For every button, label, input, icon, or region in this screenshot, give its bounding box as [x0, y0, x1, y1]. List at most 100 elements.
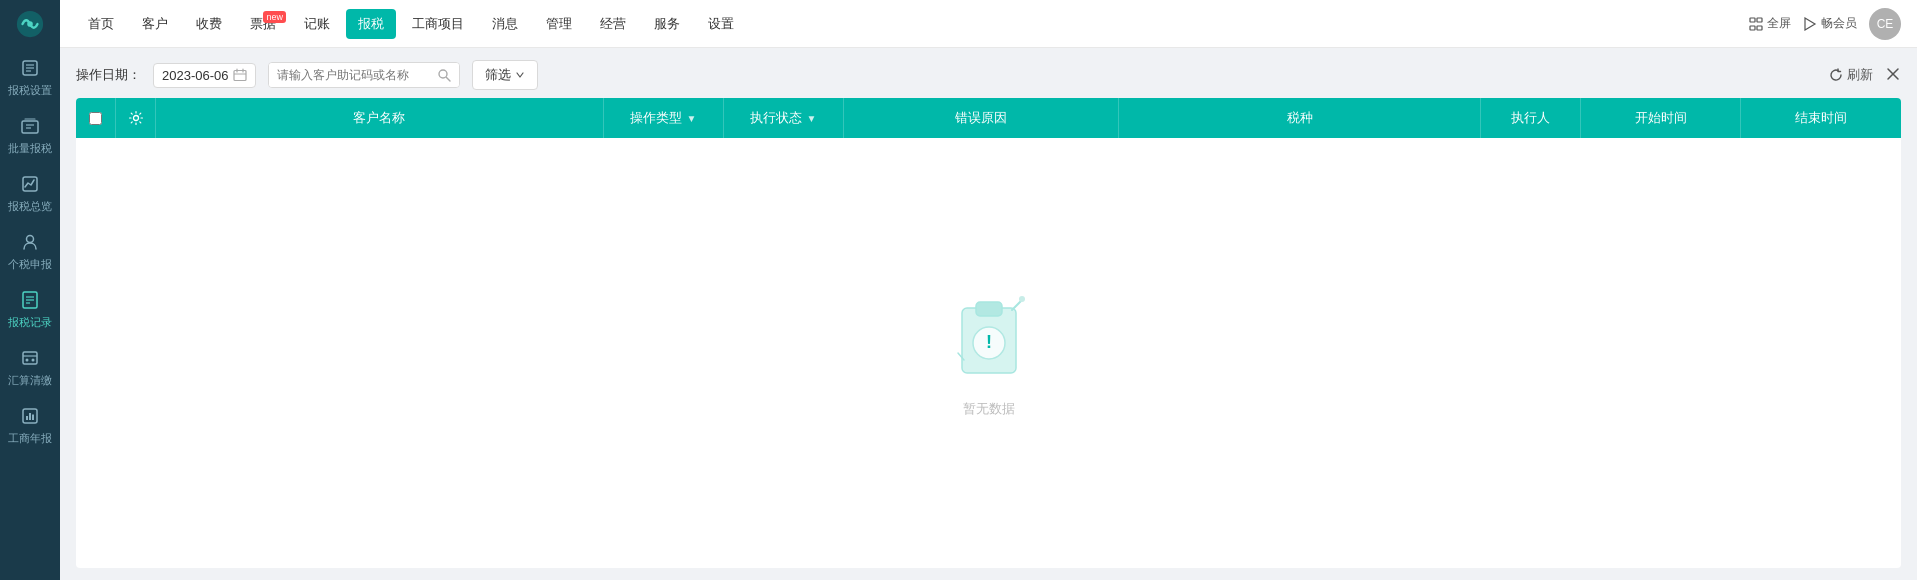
fullscreen-button[interactable]: 全屏 — [1749, 15, 1791, 32]
status-sort-icon: ▼ — [806, 113, 816, 124]
sidebar-item-batch-tax[interactable]: 批量报税 — [0, 106, 60, 164]
th-checkbox[interactable] — [76, 98, 116, 138]
svg-rect-25 — [1750, 26, 1755, 30]
sidebar-item-tax-summary[interactable]: 报税总览 — [0, 164, 60, 222]
sidebar-item-annual-report-label: 工商年报 — [8, 431, 52, 446]
filter-button[interactable]: 筛选 — [472, 60, 538, 90]
member-button[interactable]: 畅会员 — [1803, 15, 1857, 32]
table-body: ! 暂无数据 — [76, 138, 1901, 568]
sidebar-item-annual-report[interactable]: 工商年报 — [0, 396, 60, 454]
refresh-button[interactable]: 刷新 — [1829, 66, 1873, 84]
page-content: 操作日期： 2023-06-06 — [60, 48, 1917, 580]
sidebar-item-tax-records-label: 报税记录 — [8, 315, 52, 330]
date-label: 操作日期： — [76, 66, 141, 84]
svg-rect-28 — [234, 71, 246, 81]
svg-rect-26 — [1757, 26, 1762, 30]
nav-item-tax[interactable]: 报税 — [346, 9, 396, 39]
select-all-checkbox[interactable] — [89, 112, 102, 125]
th-executor: 执行人 — [1481, 98, 1581, 138]
search-box — [268, 62, 460, 88]
settings-icon — [128, 110, 144, 126]
sidebar-item-batch-tax-label: 批量报税 — [8, 141, 52, 156]
th-settings[interactable] — [116, 98, 156, 138]
th-taxtype: 税种 — [1119, 98, 1481, 138]
tax-records-icon — [18, 288, 42, 312]
th-optype[interactable]: 操作类型 ▼ — [604, 98, 724, 138]
sidebar: 报税设置 批量报税 报税总览 — [0, 0, 60, 580]
svg-point-17 — [26, 359, 29, 362]
refresh-label: 刷新 — [1847, 66, 1873, 84]
th-client: 客户名称 — [156, 98, 604, 138]
svg-text:!: ! — [986, 332, 992, 352]
svg-rect-15 — [23, 352, 37, 364]
sidebar-item-tax-settings-label: 报税设置 — [8, 83, 52, 98]
search-icon — [437, 68, 451, 82]
th-starttime: 开始时间 — [1581, 98, 1741, 138]
date-picker[interactable]: 2023-06-06 — [153, 63, 256, 88]
svg-line-33 — [446, 78, 450, 82]
nav-item-messages[interactable]: 消息 — [480, 9, 530, 39]
empty-illustration: ! — [944, 288, 1034, 388]
sidebar-item-settlement[interactable]: 汇算清缴 — [0, 338, 60, 396]
sidebar-item-tax-records[interactable]: 报税记录 — [0, 280, 60, 338]
svg-rect-24 — [1757, 18, 1762, 22]
svg-point-36 — [133, 116, 138, 121]
nav-item-invoices[interactable]: 票据 new — [238, 9, 288, 39]
nav-item-home[interactable]: 首页 — [76, 9, 126, 39]
toolbar: 操作日期： 2023-06-06 — [76, 60, 1901, 90]
personal-tax-icon — [18, 230, 42, 254]
th-endtime: 结束时间 — [1741, 98, 1901, 138]
fullscreen-icon — [1749, 17, 1763, 31]
close-icon — [1885, 66, 1901, 82]
filter-label: 筛选 — [485, 66, 511, 84]
nav-item-operations[interactable]: 经营 — [588, 9, 638, 39]
batch-tax-icon — [18, 114, 42, 138]
nav-item-accounting[interactable]: 记账 — [292, 9, 342, 39]
close-button[interactable] — [1885, 66, 1901, 85]
nav-item-billing[interactable]: 收费 — [184, 9, 234, 39]
svg-point-1 — [27, 21, 33, 27]
date-value: 2023-06-06 — [162, 68, 229, 83]
calendar-icon — [233, 68, 247, 82]
search-input[interactable] — [269, 63, 429, 87]
sidebar-item-personal-tax-label: 个税申报 — [8, 257, 52, 272]
refresh-icon — [1829, 68, 1843, 82]
svg-point-42 — [1019, 296, 1025, 302]
tax-summary-icon — [18, 172, 42, 196]
sidebar-logo[interactable] — [0, 0, 60, 48]
annual-report-icon — [18, 404, 42, 428]
content-area: 操作日期： 2023-06-06 — [60, 48, 1917, 580]
svg-point-32 — [439, 70, 447, 78]
th-error: 错误原因 — [844, 98, 1120, 138]
nav-item-management[interactable]: 管理 — [534, 9, 584, 39]
svg-rect-23 — [1750, 18, 1755, 22]
search-button[interactable] — [429, 63, 459, 87]
table-header: 客户名称 操作类型 ▼ 执行状态 ▼ 错误原因 税种 — [76, 98, 1901, 138]
chevron-down-icon — [515, 70, 525, 80]
nav-item-clients[interactable]: 客户 — [130, 9, 180, 39]
svg-point-10 — [27, 236, 34, 243]
sidebar-item-personal-tax[interactable]: 个税申报 — [0, 222, 60, 280]
svg-rect-21 — [29, 413, 31, 420]
sidebar-item-tax-summary-label: 报税总览 — [8, 199, 52, 214]
table-container: 客户名称 操作类型 ▼ 执行状态 ▼ 错误原因 税种 — [76, 98, 1901, 568]
svg-point-18 — [32, 359, 35, 362]
empty-text: 暂无数据 — [963, 400, 1015, 418]
new-badge: new — [263, 11, 286, 24]
svg-rect-22 — [32, 415, 34, 421]
sidebar-item-tax-settings[interactable]: 报税设置 — [0, 48, 60, 106]
play-icon — [1803, 17, 1817, 31]
nav-item-industrial[interactable]: 工商项目 — [400, 9, 476, 39]
top-nav: 首页 客户 收费 票据 new 记账 报税 工商项目 消息 管理 经营 服务 设… — [60, 0, 1917, 48]
main-area: 首页 客户 收费 票据 new 记账 报税 工商项目 消息 管理 经营 服务 设… — [60, 0, 1917, 580]
tax-settings-icon — [18, 56, 42, 80]
svg-rect-38 — [976, 302, 1002, 316]
nav-items: 首页 客户 收费 票据 new 记账 报税 工商项目 消息 管理 经营 服务 设… — [76, 9, 1749, 39]
svg-marker-27 — [1805, 18, 1815, 30]
sidebar-nav: 报税设置 批量报税 报税总览 — [0, 48, 60, 454]
user-avatar[interactable]: CE — [1869, 8, 1901, 40]
nav-item-services[interactable]: 服务 — [642, 9, 692, 39]
nav-item-settings[interactable]: 设置 — [696, 9, 746, 39]
optype-sort-icon: ▼ — [686, 113, 696, 124]
th-status[interactable]: 执行状态 ▼ — [724, 98, 844, 138]
